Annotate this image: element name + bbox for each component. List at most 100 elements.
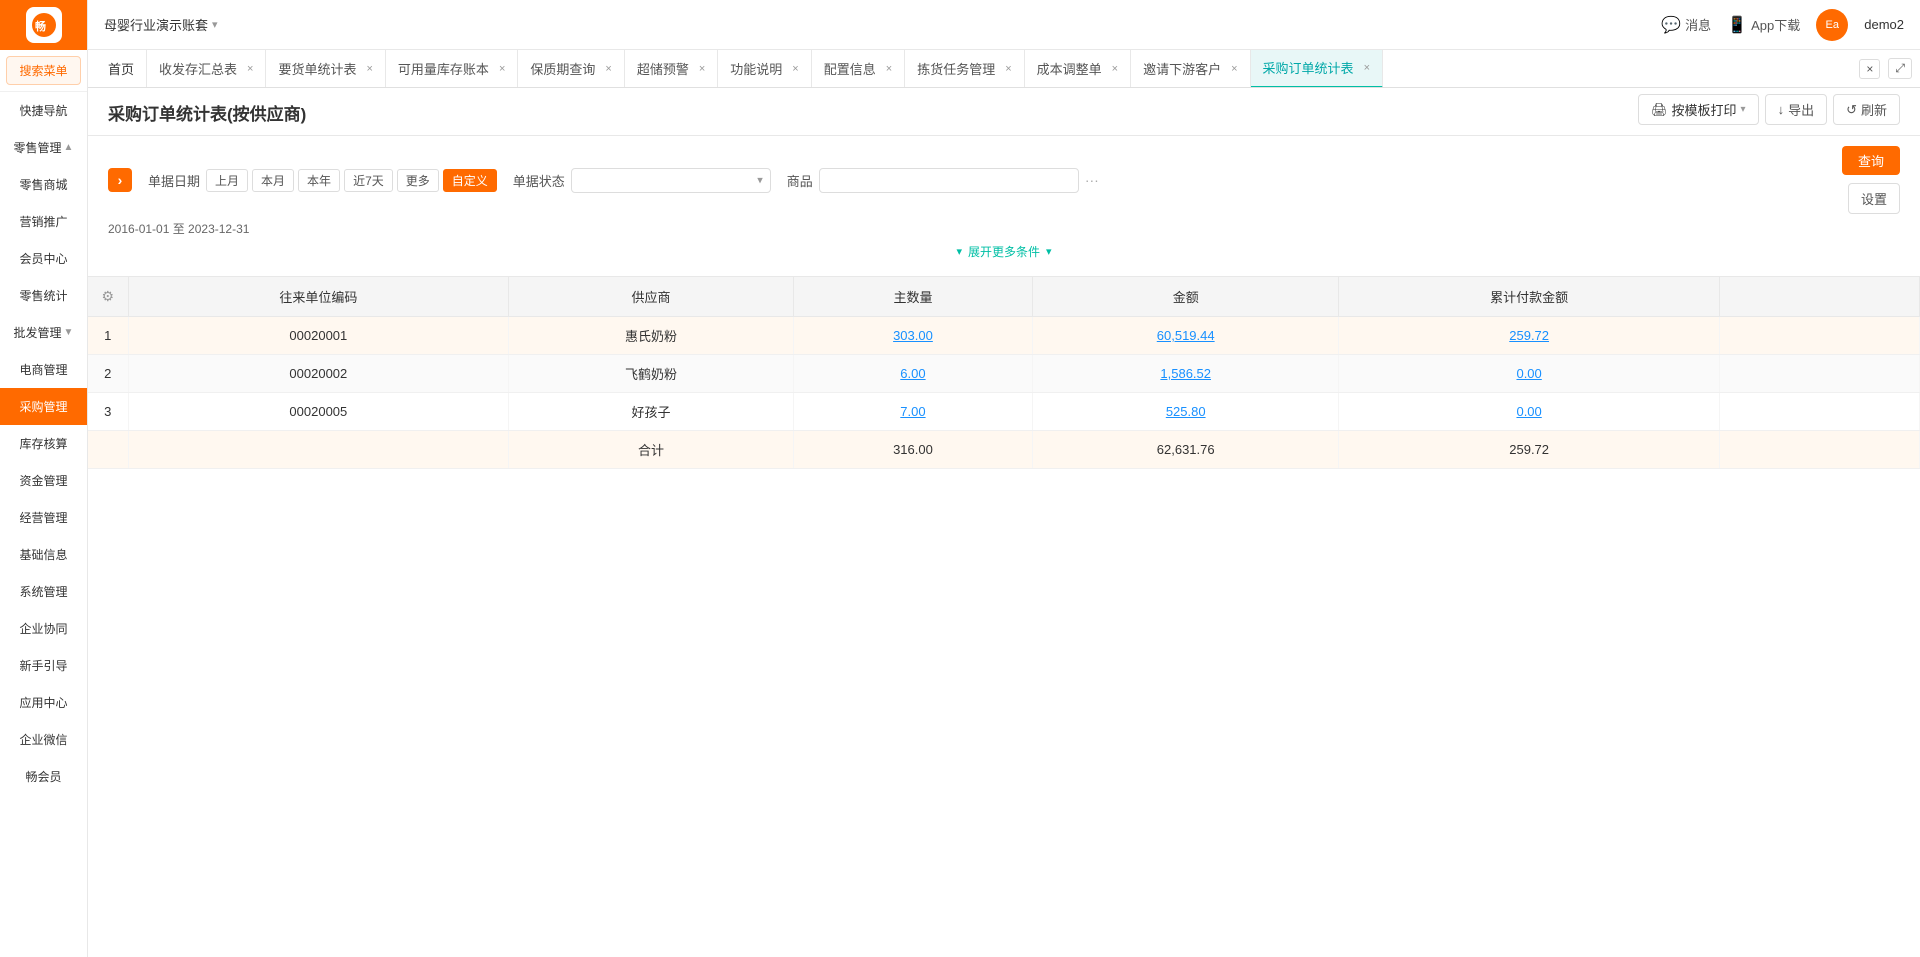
top-bar-right: 💬 消息 📱 App下载 Ea demo2 bbox=[1661, 9, 1904, 41]
sidebar-item-pifaguanli[interactable]: 批发管理 ▼ bbox=[0, 314, 87, 351]
sidebar-item-lingshouchang[interactable]: 零售商城 bbox=[0, 166, 87, 203]
row-extra-1 bbox=[1720, 317, 1920, 355]
th-supplier: 供应商 bbox=[509, 277, 794, 317]
sidebar-item-yingyong[interactable]: 应用中心 bbox=[0, 684, 87, 721]
status-filter-label: 单据状态 bbox=[513, 171, 565, 190]
account-dropdown[interactable]: 母婴行业演示账套 ▾ bbox=[104, 15, 218, 34]
row-paid-3[interactable]: 0.00 bbox=[1339, 393, 1720, 431]
sidebar-item-jichu[interactable]: 基础信息 bbox=[0, 536, 87, 573]
sidebar-item-yingxiao[interactable]: 营销推广 bbox=[0, 203, 87, 240]
tab-close-baozhiqi[interactable]: × bbox=[605, 63, 611, 75]
tab-caigoudan[interactable]: 采购订单统计表 × bbox=[1251, 50, 1383, 88]
tab-home-label: 首页 bbox=[108, 59, 134, 78]
date-shortcut-more[interactable]: 更多 bbox=[397, 169, 439, 192]
status-select-wrapper bbox=[571, 168, 771, 193]
tab-close-yaohuo[interactable]: × bbox=[366, 63, 372, 75]
tab-yaoqing[interactable]: 邀请下游客户 × bbox=[1131, 50, 1250, 88]
tab-yaohuo[interactable]: 要货单统计表 × bbox=[266, 50, 385, 88]
tab-keyong[interactable]: 可用量库存账本 × bbox=[386, 50, 518, 88]
goods-input-more-icon[interactable]: ··· bbox=[1085, 172, 1099, 188]
sidebar-item-diangshang[interactable]: 电商管理 bbox=[0, 351, 87, 388]
refresh-button[interactable]: ↺ 刷新 bbox=[1833, 94, 1900, 125]
tab-close-paihuoren[interactable]: × bbox=[1005, 63, 1011, 75]
row-quantity-3[interactable]: 7.00 bbox=[793, 393, 1032, 431]
tab-close-chaochuyujing[interactable]: × bbox=[699, 63, 705, 75]
settings-button[interactable]: 设置 bbox=[1848, 183, 1900, 214]
goods-input[interactable] bbox=[819, 168, 1079, 193]
query-button[interactable]: 查询 bbox=[1842, 146, 1900, 175]
tab-gongneng-label: 功能说明 bbox=[730, 59, 782, 78]
filter-date-group: 单据日期 上月 本月 本年 近7天 更多 自定义 bbox=[148, 169, 497, 192]
date-shortcut-this-month[interactable]: 本月 bbox=[252, 169, 294, 192]
sidebar-item-qiye[interactable]: 企业协同 bbox=[0, 610, 87, 647]
tab-close-chengben[interactable]: × bbox=[1112, 63, 1118, 75]
sidebar-item-caigouguanli[interactable]: 采购管理 bbox=[0, 388, 87, 425]
account-name: 母婴行业演示账套 bbox=[104, 15, 208, 34]
tab-paihuoren[interactable]: 拣货任务管理 × bbox=[905, 50, 1024, 88]
tab-chengben[interactable]: 成本调整单 × bbox=[1025, 50, 1131, 88]
sidebar-item-chang[interactable]: 畅会员 bbox=[0, 758, 87, 795]
tab-baozhiqi-label: 保质期查询 bbox=[530, 59, 595, 78]
search-menu-btn[interactable]: 搜索菜单 bbox=[6, 56, 81, 85]
sidebar-item-zigjin[interactable]: 资金管理 bbox=[0, 462, 87, 499]
tab-baozhiqi[interactable]: 保质期查询 × bbox=[518, 50, 624, 88]
row-paid-2[interactable]: 0.00 bbox=[1339, 355, 1720, 393]
row-extra-3 bbox=[1720, 393, 1920, 431]
tab-maximize-button[interactable]: ⤢ bbox=[1888, 58, 1912, 79]
row-amount-2[interactable]: 1,586.52 bbox=[1033, 355, 1339, 393]
row-quantity-1[interactable]: 303.00 bbox=[793, 317, 1032, 355]
print-button[interactable]: 🖨 按模板打印 ▾ bbox=[1638, 94, 1759, 125]
sidebar-item-xitong[interactable]: 系统管理 bbox=[0, 573, 87, 610]
date-custom-button[interactable]: 自定义 bbox=[443, 169, 497, 192]
sidebar-item-xinshou[interactable]: 新手引导 bbox=[0, 647, 87, 684]
goods-filter-label: 商品 bbox=[787, 171, 813, 190]
row-amount-3[interactable]: 525.80 bbox=[1033, 393, 1339, 431]
top-bar: 母婴行业演示账套 ▾ 💬 消息 📱 App下载 Ea demo2 bbox=[88, 0, 1920, 50]
tab-close-yaoqing[interactable]: × bbox=[1231, 63, 1237, 75]
user-avatar[interactable]: Ea bbox=[1816, 9, 1848, 41]
status-select[interactable] bbox=[571, 168, 771, 193]
column-settings-icon[interactable]: ⚙ bbox=[101, 288, 114, 304]
tab-chaochuyujing[interactable]: 超储预警 × bbox=[625, 50, 718, 88]
sidebar-item-lingshou[interactable]: 零售管理 ▲ bbox=[0, 129, 87, 166]
row-quantity-2[interactable]: 6.00 bbox=[793, 355, 1032, 393]
tab-close-peizhi[interactable]: × bbox=[886, 63, 892, 75]
footer-paid: 259.72 bbox=[1339, 431, 1720, 469]
tab-shoufazong[interactable]: 收发存汇总表 × bbox=[147, 50, 266, 88]
date-shortcut-this-year[interactable]: 本年 bbox=[298, 169, 340, 192]
row-amount-1[interactable]: 60,519.44 bbox=[1033, 317, 1339, 355]
date-range-display: 2016-01-01 至 2023-12-31 bbox=[108, 220, 249, 237]
expand-down-icon2: ▾ bbox=[1046, 245, 1052, 258]
row-supplier-2: 飞鹤奶粉 bbox=[509, 355, 794, 393]
tab-bar: 首页 收发存汇总表 × 要货单统计表 × 可用量库存账本 × 保质期查询 × 超… bbox=[88, 50, 1920, 88]
date-shortcut-last-month[interactable]: 上月 bbox=[206, 169, 248, 192]
tab-close-shoufazong[interactable]: × bbox=[247, 63, 253, 75]
sidebar-item-kucunhesuan[interactable]: 库存核算 bbox=[0, 425, 87, 462]
print-icon: 🖨 bbox=[1651, 102, 1668, 118]
tab-close-gongneng[interactable]: × bbox=[792, 63, 798, 75]
date-filter-label: 单据日期 bbox=[148, 171, 200, 190]
tab-peizhi[interactable]: 配置信息 × bbox=[812, 50, 905, 88]
tab-close-all-button[interactable]: × bbox=[1859, 59, 1880, 79]
sidebar-item-huiyuan[interactable]: 会员中心 bbox=[0, 240, 87, 277]
tab-gongneng[interactable]: 功能说明 × bbox=[718, 50, 811, 88]
sidebar-item-lingshoutongji[interactable]: 零售统计 bbox=[0, 277, 87, 314]
sidebar-item-kuaijie[interactable]: 快捷导航 bbox=[0, 92, 87, 129]
sidebar-item-qiyeweixin[interactable]: 企业微信 bbox=[0, 721, 87, 758]
date-shortcut-7days[interactable]: 近7天 bbox=[344, 169, 393, 192]
chevron-down-icon: ▲ bbox=[64, 142, 74, 153]
tab-close-keyong[interactable]: × bbox=[499, 63, 505, 75]
tab-yaoqing-label: 邀请下游客户 bbox=[1143, 59, 1221, 78]
filter-goods-group: 商品 ··· bbox=[787, 168, 1099, 193]
export-button[interactable]: ↓ 导出 bbox=[1765, 94, 1828, 125]
action-buttons: 🖨 按模板打印 ▾ ↓ 导出 ↺ 刷新 bbox=[1638, 94, 1900, 125]
row-paid-1[interactable]: 259.72 bbox=[1339, 317, 1720, 355]
sidebar-item-jingying[interactable]: 经营管理 bbox=[0, 499, 87, 536]
filter-toggle-button[interactable]: › bbox=[108, 168, 132, 192]
tab-close-caigoudan[interactable]: × bbox=[1364, 62, 1370, 74]
app-download-button[interactable]: 📱 App下载 bbox=[1727, 15, 1800, 35]
tab-home[interactable]: 首页 bbox=[96, 50, 147, 88]
page-title: 采购订单统计表(按供应商) bbox=[108, 100, 1900, 125]
expand-more-button[interactable]: ▾ 展开更多条件 ▾ bbox=[108, 237, 1900, 266]
message-button[interactable]: 💬 消息 bbox=[1661, 15, 1711, 35]
